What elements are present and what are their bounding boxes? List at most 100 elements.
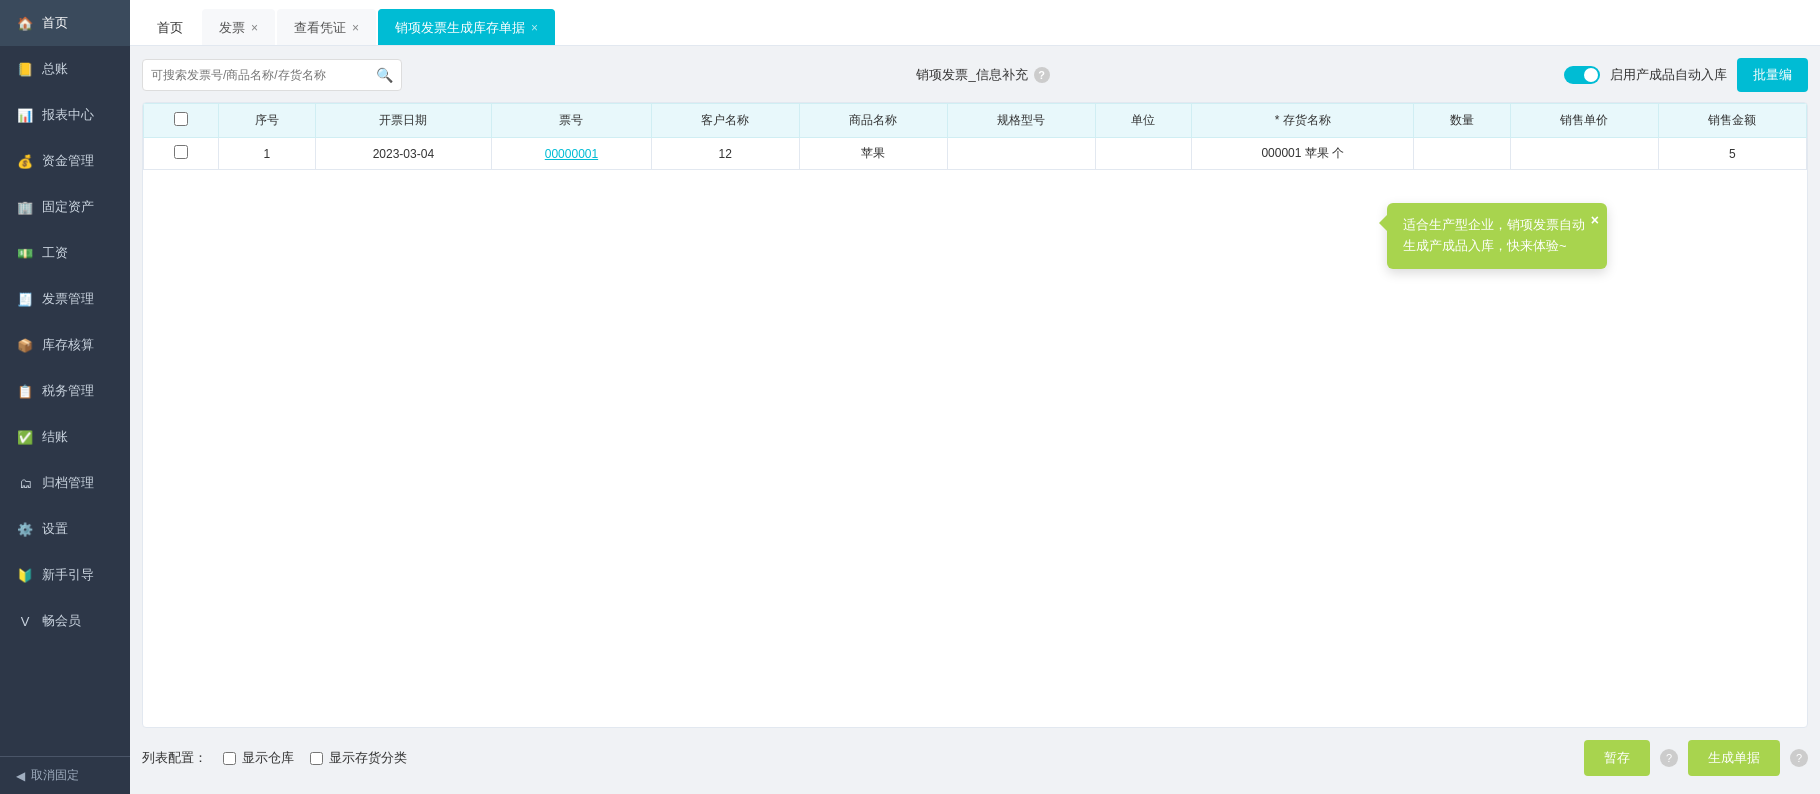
sidebar-item-label: 新手引导 bbox=[42, 566, 94, 584]
show-category-label: 显示存货分类 bbox=[329, 749, 407, 767]
tab-view-voucher[interactable]: 查看凭证 × bbox=[277, 9, 376, 45]
search-input[interactable] bbox=[151, 68, 370, 82]
sidebar-item-home[interactable]: 🏠 首页 bbox=[0, 0, 130, 46]
tab-invoice-label: 发票 bbox=[219, 19, 245, 37]
batch-button[interactable]: 批量编 bbox=[1737, 58, 1808, 92]
tab-sales-invoice-close[interactable]: × bbox=[531, 21, 538, 35]
right-controls: 启用产成品自动入库 批量编 bbox=[1564, 58, 1808, 92]
row-ticket-no[interactable]: 00000001 bbox=[492, 138, 652, 170]
sidebar-item-label: 税务管理 bbox=[42, 382, 94, 400]
col-date: 开票日期 bbox=[315, 104, 492, 138]
tab-sales-invoice-label: 销项发票生成库存单据 bbox=[395, 19, 525, 37]
bottom-bar: 列表配置： 显示仓库 显示存货分类 暂存 ? 生成单据 ? bbox=[142, 728, 1808, 782]
tab-sales-invoice[interactable]: 销项发票生成库存单据 × bbox=[378, 9, 555, 45]
sidebar-item-label: 发票管理 bbox=[42, 290, 94, 308]
list-config-label: 列表配置： bbox=[142, 749, 207, 767]
sidebar-item-fund-mgmt[interactable]: 💰 资金管理 bbox=[0, 138, 130, 184]
archive-icon: 🗂 bbox=[16, 474, 34, 492]
info-help-icon[interactable]: ? bbox=[1034, 67, 1050, 83]
row-customer: 12 bbox=[651, 138, 799, 170]
home-icon: 🏠 bbox=[16, 14, 34, 32]
sidebar-item-archive[interactable]: 🗂 归档管理 bbox=[0, 460, 130, 506]
tab-invoice[interactable]: 发票 × bbox=[202, 9, 275, 45]
sidebar-item-payroll[interactable]: 💵 工资 bbox=[0, 230, 130, 276]
col-qty: 数量 bbox=[1414, 104, 1510, 138]
ledger-icon: 📒 bbox=[16, 60, 34, 78]
tab-view-voucher-label: 查看凭证 bbox=[294, 19, 346, 37]
info-section: 销项发票_信息补充 ? bbox=[916, 66, 1049, 84]
generate-help-icon[interactable]: ? bbox=[1790, 749, 1808, 767]
sidebar-item-tax-mgmt[interactable]: 📋 税务管理 bbox=[0, 368, 130, 414]
sidebar-item-label: 报表中心 bbox=[42, 106, 94, 124]
sidebar-item-fixed-assets[interactable]: 🏢 固定资产 bbox=[0, 184, 130, 230]
sidebar-item-reports[interactable]: 📊 报表中心 bbox=[0, 92, 130, 138]
sidebar-item-inventory[interactable]: 📦 库存核算 bbox=[0, 322, 130, 368]
tab-bar: 首页 发票 × 查看凭证 × 销项发票生成库存单据 × bbox=[130, 0, 1820, 46]
sidebar-item-label: 设置 bbox=[42, 520, 68, 538]
col-ticket-no: 票号 bbox=[492, 104, 652, 138]
info-title: 销项发票_信息补充 bbox=[916, 66, 1027, 84]
sidebar-item-label: 畅会员 bbox=[42, 612, 81, 630]
sidebar-unpin[interactable]: ◀ 取消固定 bbox=[0, 756, 130, 794]
sidebar-item-settings[interactable]: ⚙️ 设置 bbox=[0, 506, 130, 552]
data-table: 序号 开票日期 票号 客户名称 商品名称 规格型号 单位 * 存货名称 数量 销… bbox=[143, 103, 1807, 170]
settle-icon: ✅ bbox=[16, 428, 34, 446]
sidebar-item-general-ledger[interactable]: 📒 总账 bbox=[0, 46, 130, 92]
table-row: 1 2023-03-04 00000001 12 苹果 000001 苹果 个 … bbox=[144, 138, 1807, 170]
sidebar-item-vip[interactable]: V 畅会员 bbox=[0, 598, 130, 644]
tooltip-popup: × 适合生产型企业，销项发票自动生成产成品入库，快来体验~ bbox=[1387, 203, 1607, 269]
search-box[interactable]: 🔍 bbox=[142, 59, 402, 91]
reports-icon: 📊 bbox=[16, 106, 34, 124]
row-qty bbox=[1414, 138, 1510, 170]
row-checkbox-cell[interactable] bbox=[144, 138, 219, 170]
guide-icon: 🔰 bbox=[16, 566, 34, 584]
col-product: 商品名称 bbox=[799, 104, 947, 138]
sidebar-item-guide[interactable]: 🔰 新手引导 bbox=[0, 552, 130, 598]
row-date: 2023-03-04 bbox=[315, 138, 492, 170]
show-warehouse-group[interactable]: 显示仓库 bbox=[223, 749, 294, 767]
col-unit-price: 销售单价 bbox=[1510, 104, 1658, 138]
save-help-icon[interactable]: ? bbox=[1660, 749, 1678, 767]
vip-icon: V bbox=[16, 612, 34, 630]
row-checkbox[interactable] bbox=[174, 145, 188, 159]
show-warehouse-label: 显示仓库 bbox=[242, 749, 294, 767]
ticket-link[interactable]: 00000001 bbox=[545, 147, 598, 161]
table-container: 序号 开票日期 票号 客户名称 商品名称 规格型号 单位 * 存货名称 数量 销… bbox=[142, 102, 1808, 728]
show-warehouse-checkbox[interactable] bbox=[223, 752, 236, 765]
col-amount: 销售金额 bbox=[1658, 104, 1806, 138]
sidebar-item-label: 工资 bbox=[42, 244, 68, 262]
show-category-checkbox[interactable] bbox=[310, 752, 323, 765]
unpin-icon: ◀ bbox=[16, 769, 25, 783]
row-spec bbox=[947, 138, 1095, 170]
row-inventory[interactable]: 000001 苹果 个 bbox=[1192, 138, 1414, 170]
sidebar-item-label: 库存核算 bbox=[42, 336, 94, 354]
sidebar-item-label: 首页 bbox=[42, 14, 68, 32]
content: 🔍 销项发票_信息补充 ? 启用产成品自动入库 批量编 序号 开票日期 bbox=[130, 46, 1820, 794]
sidebar-item-label: 归档管理 bbox=[42, 474, 94, 492]
unpin-label: 取消固定 bbox=[31, 767, 79, 784]
row-seq: 1 bbox=[219, 138, 315, 170]
generate-button[interactable]: 生成单据 bbox=[1688, 740, 1780, 776]
show-category-group[interactable]: 显示存货分类 bbox=[310, 749, 407, 767]
auto-warehouse-toggle[interactable] bbox=[1564, 66, 1600, 84]
sidebar-item-invoice-mgmt[interactable]: 🧾 发票管理 bbox=[0, 276, 130, 322]
tab-invoice-close[interactable]: × bbox=[251, 21, 258, 35]
sidebar-item-label: 总账 bbox=[42, 60, 68, 78]
row-product: 苹果 bbox=[799, 138, 947, 170]
tab-view-voucher-close[interactable]: × bbox=[352, 21, 359, 35]
row-unit-price bbox=[1510, 138, 1658, 170]
bottom-actions: 暂存 ? 生成单据 ? bbox=[1584, 740, 1808, 776]
search-icon: 🔍 bbox=[376, 67, 393, 83]
invoice-icon: 🧾 bbox=[16, 290, 34, 308]
sidebar: 🏠 首页 📒 总账 📊 报表中心 💰 资金管理 🏢 固定资产 💵 工资 🧾 发票… bbox=[0, 0, 130, 794]
tab-home[interactable]: 首页 bbox=[140, 9, 200, 45]
tooltip-close[interactable]: × bbox=[1591, 209, 1599, 231]
main-area: 首页 发票 × 查看凭证 × 销项发票生成库存单据 × 🔍 销项发票_信息补充 … bbox=[130, 0, 1820, 794]
sidebar-item-settle[interactable]: ✅ 结账 bbox=[0, 414, 130, 460]
sidebar-item-label: 资金管理 bbox=[42, 152, 94, 170]
select-all-checkbox[interactable] bbox=[174, 112, 188, 126]
row-unit bbox=[1095, 138, 1191, 170]
col-checkbox[interactable] bbox=[144, 104, 219, 138]
save-button[interactable]: 暂存 bbox=[1584, 740, 1650, 776]
sidebar-item-label: 固定资产 bbox=[42, 198, 94, 216]
